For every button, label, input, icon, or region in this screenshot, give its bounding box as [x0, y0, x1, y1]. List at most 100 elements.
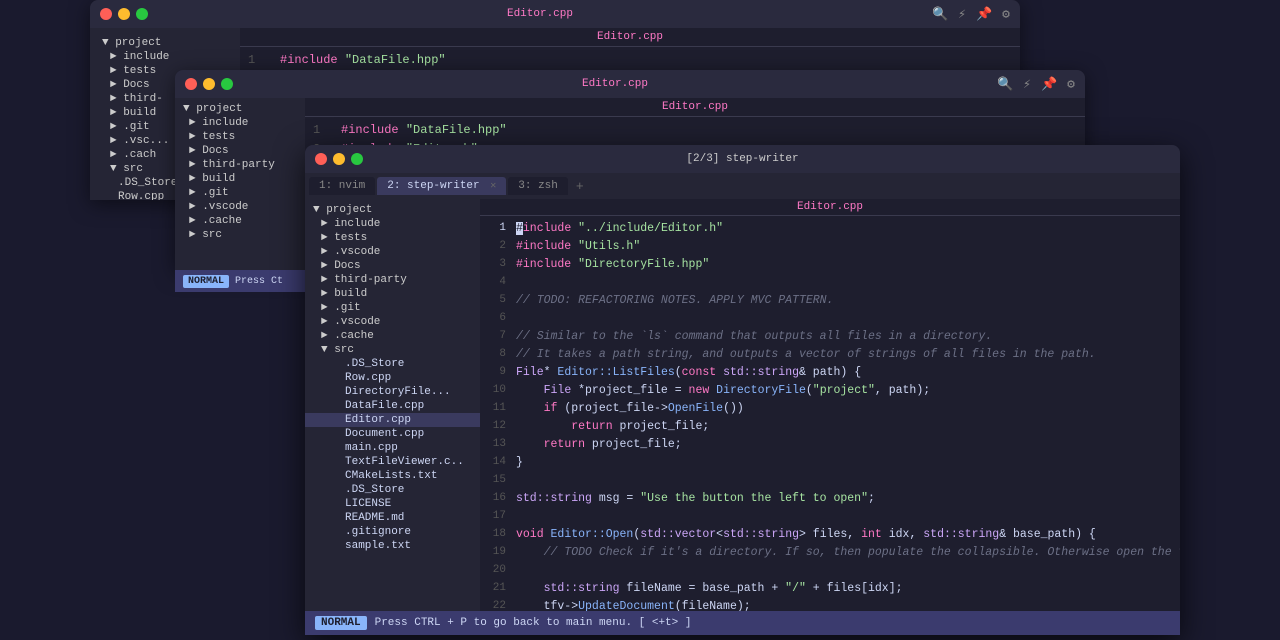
sm-third[interactable]: ► third-party: [305, 273, 480, 287]
bolt-icon[interactable]: ⚡: [958, 7, 966, 22]
line-num-18: 18: [480, 526, 516, 544]
minimize-button-back[interactable]: [118, 8, 130, 20]
mode-badge-mid: NORMAL: [183, 275, 229, 288]
sm-build[interactable]: ► build: [305, 287, 480, 301]
line-num-3: 3: [480, 256, 516, 274]
sm-ds2[interactable]: .DS_Store: [305, 483, 480, 497]
minimize-button-mid[interactable]: [203, 78, 215, 90]
sm-editorcpp[interactable]: Editor.cpp: [305, 413, 480, 427]
wm-docs[interactable]: ► Docs: [175, 144, 305, 158]
sm-tests[interactable]: ► tests: [305, 231, 480, 245]
line-num-13: 13: [480, 436, 516, 454]
line-num-10: 10: [480, 382, 516, 400]
sm-rowcpp[interactable]: Row.cpp: [305, 371, 480, 385]
wm-vscode[interactable]: ► .vscode: [175, 200, 305, 214]
sm-dirfile[interactable]: DirectoryFile...: [305, 385, 480, 399]
code-line-3: 3 #include "DirectoryFile.hpp": [480, 256, 1180, 274]
code-line-19: 19 // TODO Check if it's a directory. If…: [480, 544, 1180, 562]
sm-maincpp[interactable]: main.cpp: [305, 441, 480, 455]
sm-sample[interactable]: sample.txt: [305, 539, 480, 553]
sm-docs[interactable]: ► Docs: [305, 259, 480, 273]
sm-ds1[interactable]: .DS_Store: [305, 357, 480, 371]
sm-textviewer[interactable]: TextFileViewer.c..: [305, 455, 480, 469]
tab-nvim[interactable]: 1: nvim: [309, 177, 375, 195]
sidebar-project[interactable]: ▼ project: [90, 36, 240, 50]
close-button-mid[interactable]: [185, 78, 197, 90]
sm-vscode2[interactable]: ► .vscode: [305, 315, 480, 329]
titlebar-main: [2/3] step-writer: [305, 145, 1180, 173]
maximize-button-back[interactable]: [136, 8, 148, 20]
sm-git[interactable]: ► .git: [305, 301, 480, 315]
sidebar-mid: ▼ project ► include ► tests ► Docs ► thi…: [175, 98, 305, 270]
code-line-21: 21 std::string fileName = base_path + "/…: [480, 580, 1180, 598]
line-num-22: 22: [480, 598, 516, 611]
wm-cache[interactable]: ► .cache: [175, 214, 305, 228]
maximize-button-mid[interactable]: [221, 78, 233, 90]
sm-src[interactable]: ▼ src: [305, 343, 480, 357]
sm-license[interactable]: LICENSE: [305, 497, 480, 511]
line-num-7: 7: [480, 328, 516, 346]
search-icon[interactable]: 🔍: [932, 7, 948, 22]
add-tab-button[interactable]: +: [570, 177, 590, 196]
search-icon-mid[interactable]: 🔍: [997, 77, 1013, 92]
sm-vscode1[interactable]: ► .vscode: [305, 245, 480, 259]
line-num-15: 15: [480, 472, 516, 490]
titlebar-back: Editor.cpp 🔍 ⚡ 📌 ⚙: [90, 0, 1020, 28]
wm-include[interactable]: ► include: [175, 116, 305, 130]
sm-cache[interactable]: ► .cache: [305, 329, 480, 343]
pin-icon-mid[interactable]: 📌: [1041, 77, 1057, 92]
close-button-main[interactable]: [315, 153, 327, 165]
status-text-mid: Press Ct: [235, 276, 283, 287]
code-text-9: File* Editor::ListFiles(const std::strin…: [516, 364, 861, 382]
maximize-button-main[interactable]: [351, 153, 363, 165]
tab-bar-main: 1: nvim 2: step-writer ✕ 3: zsh +: [305, 173, 1180, 199]
wm-tests[interactable]: ► tests: [175, 130, 305, 144]
sm-readme[interactable]: README.md: [305, 511, 480, 525]
sidebar-main: ▼ project ► include ► tests ► .vscode ► …: [305, 199, 480, 611]
toolbar-icons-mid: 🔍 ⚡ 📌 ⚙: [997, 77, 1075, 92]
tab-zsh[interactable]: 3: zsh: [508, 177, 568, 195]
editor-title-back: Editor.cpp: [240, 28, 1020, 47]
wm-src[interactable]: ► src: [175, 228, 305, 242]
line-num-20: 20: [480, 562, 516, 580]
gear-icon[interactable]: ⚙: [1002, 7, 1010, 22]
wm-git[interactable]: ► .git: [175, 186, 305, 200]
code-line-5: 5 // TODO: REFACTORING NOTES. APPLY MVC …: [480, 292, 1180, 310]
code-line-9: 9 File* Editor::ListFiles(const std::str…: [480, 364, 1180, 382]
close-tab-icon[interactable]: ✕: [490, 181, 496, 192]
wm-third[interactable]: ► third-party: [175, 158, 305, 172]
gear-icon-mid[interactable]: ⚙: [1067, 77, 1075, 92]
wm-project[interactable]: ▼ project: [175, 102, 305, 116]
code-line-7: 7 // Similar to the `ls` command that ou…: [480, 328, 1180, 346]
code-line-16: 16 std::string msg = "Use the button the…: [480, 490, 1180, 508]
code-text-19: // TODO Check if it's a directory. If so…: [516, 544, 1180, 562]
window-title-mid: Editor.cpp: [239, 78, 991, 90]
line-num-6: 6: [480, 310, 516, 328]
main-body: ▼ project ► include ► tests ► .vscode ► …: [305, 199, 1180, 611]
close-button-back[interactable]: [100, 8, 112, 20]
bolt-icon-mid[interactable]: ⚡: [1023, 77, 1031, 92]
code-text-14: }: [516, 454, 523, 472]
sidebar-include[interactable]: ► include: [90, 50, 240, 64]
tab-step-writer[interactable]: 2: step-writer ✕: [377, 177, 506, 195]
editor-title-mid: Editor.cpp: [305, 98, 1085, 117]
sm-include[interactable]: ► include: [305, 217, 480, 231]
code-text-5: // TODO: REFACTORING NOTES. APPLY MVC PA…: [516, 292, 833, 310]
line-num-19: 19: [480, 544, 516, 562]
sm-cmake[interactable]: CMakeLists.txt: [305, 469, 480, 483]
wm-build[interactable]: ► build: [175, 172, 305, 186]
sm-datafile[interactable]: DataFile.cpp: [305, 399, 480, 413]
pin-icon[interactable]: 📌: [976, 7, 992, 22]
line-num-8: 8: [480, 346, 516, 364]
editor-main: Editor.cpp 1 #include "../include/Editor…: [480, 199, 1180, 611]
code-line-4: 4: [480, 274, 1180, 292]
sm-project[interactable]: ▼ project: [305, 203, 480, 217]
code-line-11: 11 if (project_file->OpenFile()): [480, 400, 1180, 418]
line-num-9: 9: [480, 364, 516, 382]
sm-gitignore[interactable]: .gitignore: [305, 525, 480, 539]
code-line-22: 22 tfv->UpdateDocument(fileName);: [480, 598, 1180, 611]
code-text-22: tfv->UpdateDocument(fileName);: [516, 598, 751, 611]
code-area-main[interactable]: 1 #include "../include/Editor.h" 2 #incl…: [480, 216, 1180, 611]
sm-document[interactable]: Document.cpp: [305, 427, 480, 441]
minimize-button-main[interactable]: [333, 153, 345, 165]
